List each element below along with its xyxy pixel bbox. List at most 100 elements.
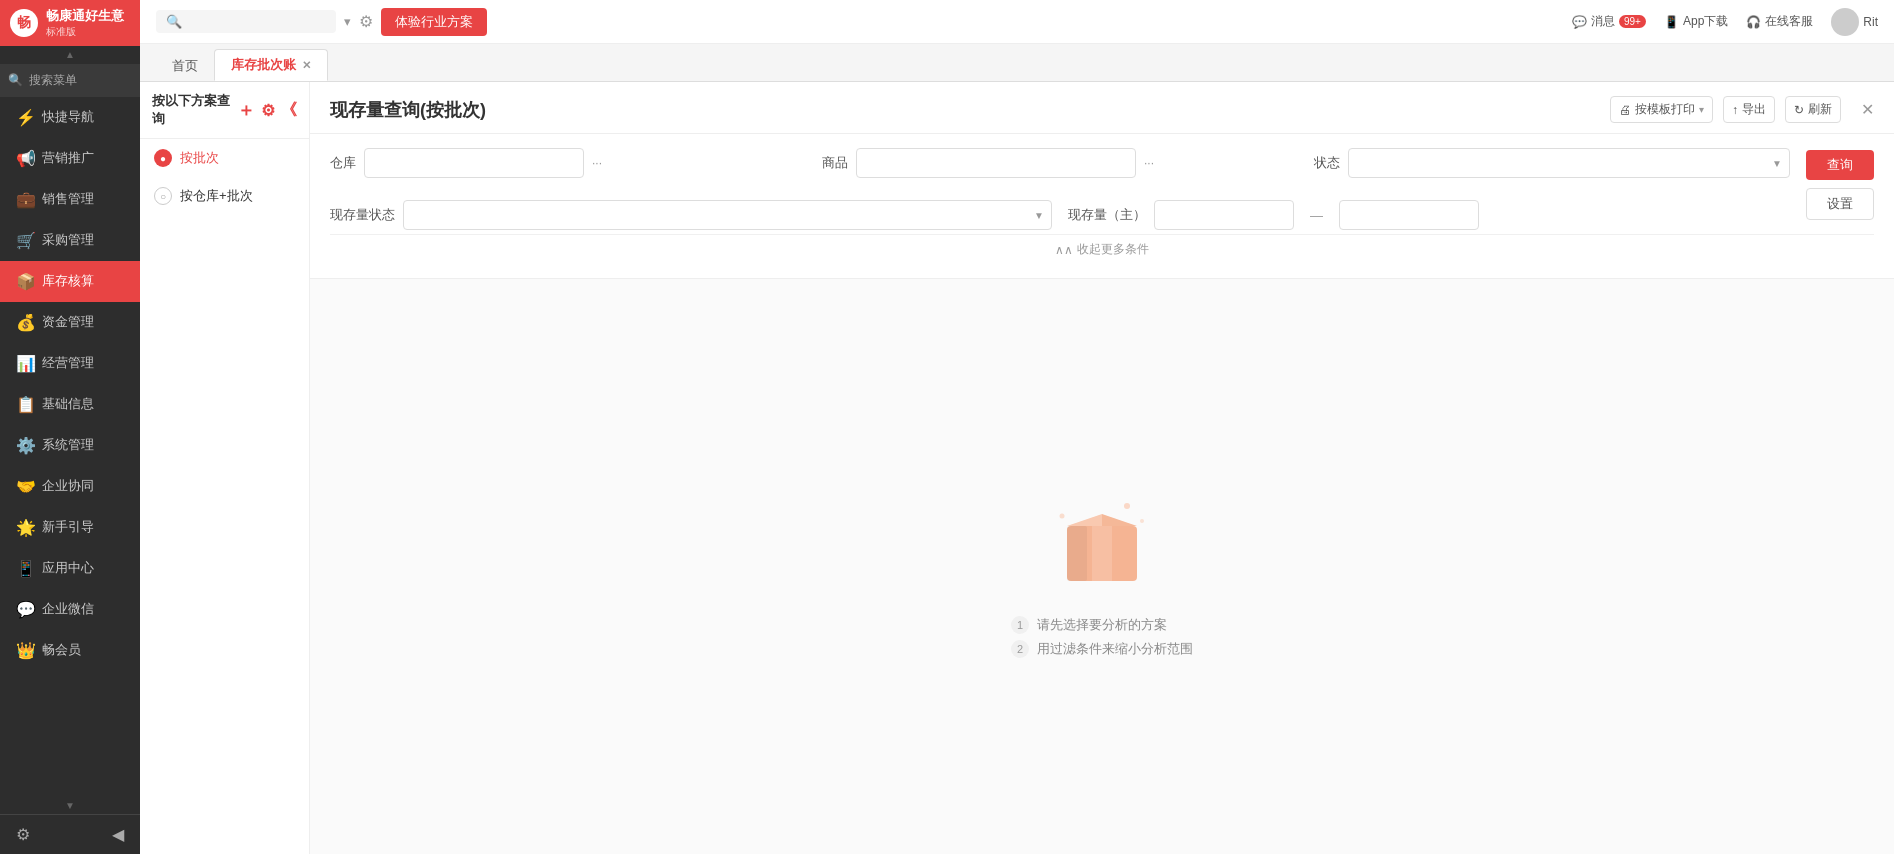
- sidebar-item-newbie[interactable]: 🌟 新手引导: [0, 507, 140, 548]
- collapse-panel-icon[interactable]: 《: [281, 100, 297, 121]
- filter-warehouse: 仓库 ···: [330, 148, 806, 178]
- scheme-inactive-dot: ○: [154, 187, 172, 205]
- search-icon: 🔍: [8, 73, 23, 87]
- settings-button[interactable]: 设置: [1806, 188, 1874, 220]
- product-label: 商品: [822, 154, 848, 172]
- sales-icon: 💼: [16, 190, 34, 209]
- stock-status-select[interactable]: [403, 200, 1052, 230]
- brand-name: 畅康通好生意: [46, 8, 124, 25]
- sidebar-scroll-down[interactable]: ▼: [0, 796, 140, 814]
- topbar-search-box[interactable]: 🔍: [156, 10, 336, 33]
- stock-qty-label: 现存量（主）: [1068, 206, 1146, 224]
- product-input[interactable]: [856, 148, 1136, 178]
- sidebar-item-label: 销售管理: [42, 190, 94, 208]
- add-scheme-icon[interactable]: ＋: [237, 98, 255, 122]
- newbie-icon: 🌟: [16, 518, 34, 537]
- search-menu-item[interactable]: 🔍 搜索菜单: [0, 64, 140, 97]
- topbar-dropdown-icon[interactable]: ▾: [344, 14, 351, 29]
- stock-qty-to-input[interactable]: [1339, 200, 1479, 230]
- page-title: 现存量查询(按批次): [330, 98, 486, 122]
- refresh-button[interactable]: ↻ 刷新: [1785, 96, 1841, 123]
- sidebar-item-members[interactable]: 👑 畅会员: [0, 630, 140, 671]
- avatar: [1831, 8, 1859, 36]
- status-select[interactable]: [1348, 148, 1790, 178]
- sidebar-item-label: 营销推广: [42, 149, 94, 167]
- empty-illustration: [1042, 476, 1162, 596]
- status-select-wrapper: ▼: [1348, 148, 1790, 178]
- svg-rect-3: [1067, 526, 1087, 581]
- scheme-active-dot: ●: [154, 149, 172, 167]
- sidebar-item-enterprise[interactable]: 🤝 企业协同: [0, 466, 140, 507]
- side-panel-header: 按以下方案查询 ＋ ⚙ 《: [140, 82, 309, 139]
- sidebar-item-marketing[interactable]: 📢 营销推广: [0, 138, 140, 179]
- page-actions: 🖨 按模板打印 ▾ ↑ 导出 ↻ 刷新 ✕: [1610, 96, 1874, 123]
- sidebar-item-wechat[interactable]: 💬 企业微信: [0, 589, 140, 630]
- filter-row-1: 仓库 ··· 商品 ··· 状态: [330, 148, 1790, 178]
- page-close-icon[interactable]: ✕: [1861, 100, 1874, 119]
- print-dropdown-icon[interactable]: ▾: [1699, 104, 1704, 115]
- warehouse-input[interactable]: [364, 148, 584, 178]
- sidebar-item-finance[interactable]: 💰 资金管理: [0, 302, 140, 343]
- side-panel-title: 按以下方案查询: [152, 92, 237, 128]
- export-icon: ↑: [1732, 103, 1738, 117]
- tab-close-icon[interactable]: ✕: [302, 59, 311, 72]
- side-panel: 按以下方案查询 ＋ ⚙ 《 ● 按批次 ○ 按仓库+批次: [140, 82, 310, 854]
- tip-text-2: 用过滤条件来缩小分析范围: [1037, 640, 1193, 658]
- online-service-button[interactable]: 🎧 在线客服: [1746, 13, 1813, 30]
- enterprise-icon: 🤝: [16, 477, 34, 496]
- status-label: 状态: [1314, 154, 1340, 172]
- product-dots-icon[interactable]: ···: [1144, 156, 1154, 170]
- sidebar-item-sales[interactable]: 💼 销售管理: [0, 179, 140, 220]
- side-panel-actions: ＋ ⚙ 《: [237, 98, 297, 122]
- sidebar-item-quick-nav[interactable]: ⚡ 快捷导航: [0, 97, 140, 138]
- sidebar-item-base[interactable]: 📋 基础信息: [0, 384, 140, 425]
- trial-button[interactable]: 体验行业方案: [381, 8, 487, 36]
- tab-batch-account[interactable]: 库存批次账 ✕: [214, 49, 328, 81]
- query-button[interactable]: 查询: [1806, 150, 1874, 180]
- app-download-label: App下载: [1683, 13, 1728, 30]
- sidebar-item-apps[interactable]: 📱 应用中心: [0, 548, 140, 589]
- user-name: Rit: [1863, 15, 1878, 29]
- search-icon: 🔍: [166, 14, 182, 29]
- warehouse-dots-icon[interactable]: ···: [592, 156, 602, 170]
- scheme-item-batch[interactable]: ● 按批次: [140, 139, 309, 177]
- filter-area: 仓库 ··· 商品 ··· 状态: [310, 134, 1894, 279]
- topbar-settings-icon[interactable]: ⚙: [359, 12, 373, 31]
- stock-qty-from-input[interactable]: [1154, 200, 1294, 230]
- purchase-icon: 🛒: [16, 231, 34, 250]
- app-download-button[interactable]: 📱 App下载: [1664, 13, 1728, 30]
- sidebar-item-label: 经营管理: [42, 354, 94, 372]
- settings-icon[interactable]: ⚙: [16, 825, 30, 844]
- sidebar-scroll-up[interactable]: ▲: [0, 46, 140, 64]
- finance-icon: 💰: [16, 313, 34, 332]
- filter-product: 商品 ···: [822, 148, 1298, 178]
- brand-logo: 畅: [10, 9, 38, 37]
- collapse-sidebar-icon[interactable]: ◀: [112, 825, 124, 844]
- messages-label: 消息: [1591, 13, 1615, 30]
- refresh-icon: ↻: [1794, 103, 1804, 117]
- scheme-batch-label: 按批次: [180, 149, 219, 167]
- sidebar-item-label: 库存核算: [42, 272, 94, 290]
- settings-scheme-icon[interactable]: ⚙: [261, 101, 275, 120]
- sidebar-item-inventory[interactable]: 📦 库存核算: [0, 261, 140, 302]
- user-profile[interactable]: Rit: [1831, 8, 1878, 36]
- sidebar-footer: ⚙ ◀: [0, 814, 140, 854]
- apps-icon: 📱: [16, 559, 34, 578]
- sidebar-item-purchase[interactable]: 🛒 采购管理: [0, 220, 140, 261]
- messages-badge: 99+: [1619, 15, 1646, 28]
- sidebar-item-operations[interactable]: 📊 经营管理: [0, 343, 140, 384]
- sidebar-item-label: 应用中心: [42, 559, 94, 577]
- messages-button[interactable]: 💬 消息 99+: [1572, 13, 1646, 30]
- topbar: 🔍 ▾ ⚙ 体验行业方案 💬 消息 99+ 📱 App下载 🎧 在线客服: [140, 0, 1894, 44]
- tip-num-2: 2: [1011, 640, 1029, 658]
- print-button[interactable]: 🖨 按模板打印 ▾: [1610, 96, 1713, 123]
- scheme-item-warehouse-batch[interactable]: ○ 按仓库+批次: [140, 177, 309, 215]
- export-button[interactable]: ↑ 导出: [1723, 96, 1775, 123]
- topbar-search-input[interactable]: [188, 15, 308, 29]
- tabbar: 首页 库存批次账 ✕: [140, 44, 1894, 82]
- collapse-filter-button[interactable]: ∧∧ 收起更多条件: [330, 234, 1874, 264]
- tab-home[interactable]: 首页: [156, 51, 214, 81]
- export-label: 导出: [1742, 101, 1766, 118]
- inventory-icon: 📦: [16, 272, 34, 291]
- sidebar-item-system[interactable]: ⚙️ 系统管理: [0, 425, 140, 466]
